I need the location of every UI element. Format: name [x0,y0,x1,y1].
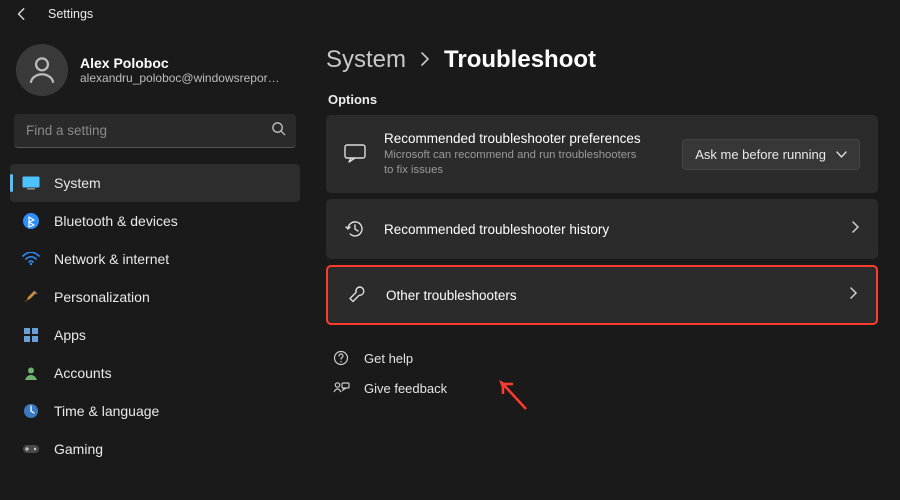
accounts-icon [22,364,40,382]
wrench-icon [346,284,368,306]
chevron-right-icon [420,50,430,71]
sidebar-item-personalization[interactable]: Personalization [10,278,300,316]
card-subtitle: Microsoft can recommend and run troubles… [384,148,644,177]
profile-name: Alex Poloboc [80,55,280,71]
select-value: Ask me before running [695,147,826,162]
gaming-icon [22,440,40,458]
sidebar-item-bluetooth[interactable]: Bluetooth & devices [10,202,300,240]
back-button[interactable] [14,6,30,22]
profile-email: alexandru_poloboc@windowsreport... [80,71,280,85]
sidebar-item-label: Gaming [54,441,103,457]
sidebar-item-network[interactable]: Network & internet [10,240,300,278]
profile-block[interactable]: Alex Poloboc alexandru_poloboc@windowsre… [10,38,300,110]
bluetooth-icon [22,212,40,230]
sidebar-item-label: System [54,175,101,191]
avatar [16,44,68,96]
search-input[interactable] [26,123,271,138]
sidebar-item-label: Network & internet [54,251,169,267]
feedback-icon [332,379,350,397]
sidebar-item-accounts[interactable]: Accounts [10,354,300,392]
search-icon [271,121,286,141]
prefs-select[interactable]: Ask me before running [682,139,860,170]
card-title: Recommended troubleshooter history [384,222,852,237]
sidebar-item-time-language[interactable]: Time & language [10,392,300,430]
link-label: Give feedback [364,381,447,396]
card-history[interactable]: Recommended troubleshooter history [326,199,878,259]
section-label-options: Options [328,92,878,107]
breadcrumb-parent[interactable]: System [326,46,406,74]
search-box[interactable] [14,114,296,148]
sidebar-item-label: Apps [54,327,86,343]
sidebar-item-label: Personalization [54,289,150,305]
chevron-right-icon [850,286,858,304]
app-title: Settings [48,7,93,21]
chevron-down-icon [836,147,847,162]
sidebar-item-apps[interactable]: Apps [10,316,300,354]
message-icon [344,143,366,165]
sidebar-item-label: Bluetooth & devices [54,213,178,229]
breadcrumb: System Troubleshoot [326,46,878,74]
give-feedback-link[interactable]: Give feedback [332,373,878,403]
system-icon [22,174,40,192]
card-title: Recommended troubleshooter preferences [384,131,682,146]
main-panel: System Troubleshoot Options Recommended … [310,28,900,500]
sidebar-item-system[interactable]: System [10,164,300,202]
help-links: Get help Give feedback [326,343,878,403]
breadcrumb-current: Troubleshoot [444,46,596,74]
sidebar: Alex Poloboc alexandru_poloboc@windowsre… [0,28,310,500]
sidebar-item-label: Accounts [54,365,112,381]
card-recommended-prefs[interactable]: Recommended troubleshooter preferences M… [326,115,878,193]
card-other-troubleshooters[interactable]: Other troubleshooters [326,265,878,325]
clock-globe-icon [22,402,40,420]
sidebar-item-gaming[interactable]: Gaming [10,430,300,468]
get-help-link[interactable]: Get help [332,343,878,373]
apps-icon [22,326,40,344]
wifi-icon [22,250,40,268]
sidebar-nav: System Bluetooth & devices Network & int… [10,164,300,468]
link-label: Get help [364,351,413,366]
history-icon [344,218,366,240]
chevron-right-icon [852,220,860,238]
sidebar-item-label: Time & language [54,403,159,419]
paintbrush-icon [22,288,40,306]
help-icon [332,349,350,367]
card-title: Other troubleshooters [386,288,850,303]
